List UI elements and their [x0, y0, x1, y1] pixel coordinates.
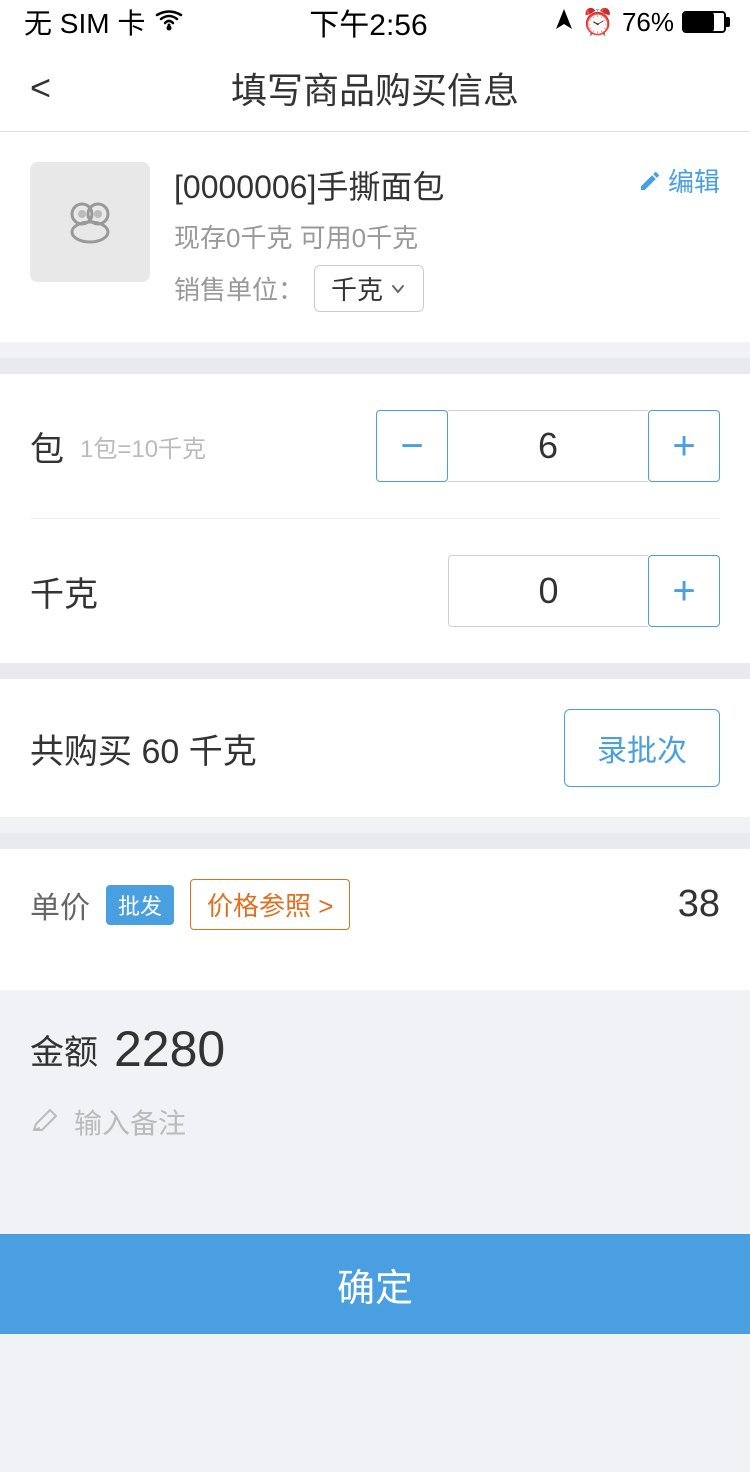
back-button[interactable]: < — [30, 67, 51, 109]
time-label: 下午2:56 — [309, 0, 427, 44]
nav-bar: < 填写商品购买信息 — [0, 44, 750, 132]
summary-section: 共购买 60 千克 录批次 — [0, 679, 750, 817]
price-value: 38 — [678, 883, 720, 926]
package-increment-button[interactable]: + — [648, 410, 720, 482]
unit-select[interactable]: 千克 — [314, 265, 424, 312]
product-info: [0000006]手撕面包 编辑 现存0千克 可用0千克 销售单位： 千克 — [174, 162, 720, 312]
page-title: 填写商品购买信息 — [231, 62, 519, 114]
wifi-icon — [155, 6, 183, 38]
product-name: [0000006]手撕面包 — [174, 162, 444, 208]
summary-text: 共购买 60 千克 — [30, 724, 257, 773]
price-tag: 批发 — [106, 885, 174, 925]
separator-3 — [0, 833, 750, 849]
kg-increment-button[interactable]: + — [648, 555, 720, 627]
amount-label: 金额 — [30, 1025, 98, 1074]
package-hint: 1包=10千克 — [80, 429, 206, 464]
alarm-icon: ⏰ — [582, 7, 614, 38]
package-decrement-button[interactable]: − — [376, 410, 448, 482]
carrier-label: 无 SIM 卡 — [24, 2, 145, 42]
status-right: ⏰ 76% — [554, 7, 726, 38]
package-label: 包 1包=10千克 — [30, 422, 206, 471]
price-section: 单价 批发 价格参照 > 38 — [0, 849, 750, 990]
product-card: [0000006]手撕面包 编辑 现存0千克 可用0千克 销售单位： 千克 — [0, 132, 750, 342]
remark-placeholder[interactable]: 输入备注 — [74, 1102, 186, 1142]
price-ref-button[interactable]: 价格参照 > — [190, 879, 350, 930]
product-image — [30, 162, 150, 282]
status-bar: 无 SIM 卡 下午2:56 ⏰ 76% — [0, 0, 750, 44]
separator-1 — [0, 358, 750, 374]
amount-section: 金额 2280 输入备注 — [0, 990, 750, 1172]
product-stock: 现存0千克 可用0千克 — [174, 218, 720, 255]
edit-button[interactable]: 编辑 — [638, 162, 720, 199]
input-section: 包 1包=10千克 − + 千克 + — [0, 374, 750, 663]
price-row: 单价 批发 价格参照 > 38 — [30, 879, 720, 930]
battery-icon — [682, 11, 726, 33]
kg-input[interactable] — [448, 555, 648, 627]
battery-percent: 76% — [622, 7, 674, 38]
remark-row[interactable]: 输入备注 — [30, 1102, 720, 1142]
location-icon — [554, 7, 574, 38]
batch-button[interactable]: 录批次 — [564, 709, 720, 787]
price-label: 单价 — [30, 883, 90, 927]
kg-row: 千克 + — [30, 519, 720, 663]
package-control: − + — [376, 410, 720, 482]
separator-2 — [0, 663, 750, 679]
amount-value: 2280 — [114, 1020, 225, 1078]
kg-label: 千克 — [30, 567, 98, 616]
product-unit: 销售单位： 千克 — [174, 265, 720, 312]
status-left: 无 SIM 卡 — [24, 2, 183, 42]
package-input[interactable] — [448, 410, 648, 482]
confirm-button[interactable]: 确定 — [0, 1234, 750, 1334]
package-row: 包 1包=10千克 − + — [30, 374, 720, 519]
pencil-icon — [30, 1108, 58, 1136]
amount-row: 金额 2280 — [30, 1020, 720, 1078]
kg-control: + — [448, 555, 720, 627]
